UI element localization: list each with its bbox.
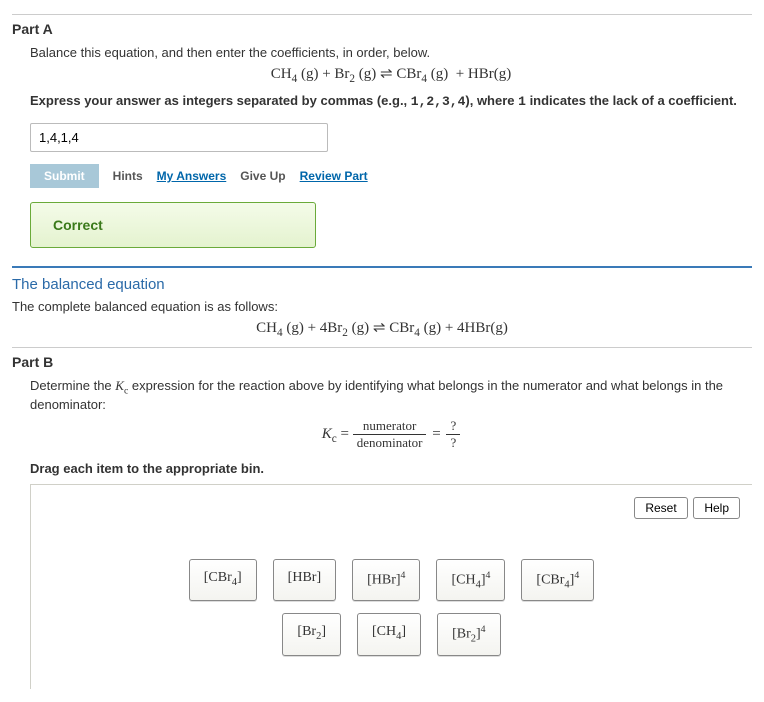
kc-fraction-q: ? ? (446, 418, 460, 451)
kc-expression: Kc = numerator denominator = ? ? (30, 418, 752, 451)
drag-tile[interactable]: [CBr4] (189, 559, 257, 601)
balanced-equation: CH4 (g) + 4Br2 (g) ⇌ CBr4 (g) + 4HBr(g) (12, 318, 752, 339)
instr-example: 1,2,3,4 (411, 94, 466, 109)
drag-tile[interactable]: [CBr4]4 (521, 559, 594, 601)
part-b-header: Part B (12, 354, 752, 370)
balanced-text: The complete balanced equation is as fol… (12, 299, 752, 314)
my-answers-link[interactable]: My Answers (157, 169, 227, 183)
drag-tile[interactable]: [HBr]4 (352, 559, 420, 601)
balanced-title: The balanced equation (12, 276, 752, 293)
correct-feedback: Correct (30, 202, 316, 248)
drag-tile[interactable]: [Br2]4 (437, 613, 501, 655)
instr-suffix: ), where (465, 93, 518, 108)
drag-tile[interactable]: [CH4]4 (436, 559, 505, 601)
part-a-equation: CH4 (g) + Br2 (g) ⇌ CBr4 (g) + HBr(g) (30, 64, 752, 85)
help-button[interactable]: Help (693, 497, 740, 519)
partb-suffix: expression for the reaction above by ide… (30, 378, 723, 412)
kc-fraction-words: numerator denominator (353, 418, 427, 451)
drag-tile[interactable]: [CH4] (357, 613, 421, 655)
give-up-link[interactable]: Give Up (240, 169, 285, 183)
instr-tail: indicates the lack of a coefficient. (526, 93, 737, 108)
frac-denominator: denominator (353, 435, 427, 451)
review-part-link[interactable]: Review Part (300, 169, 368, 183)
answer-input[interactable] (30, 123, 328, 152)
instr-prefix: Express your answer as integers separate… (30, 93, 411, 108)
frac-numerator: numerator (353, 418, 427, 435)
drag-tile[interactable]: [HBr] (273, 559, 336, 601)
button-row: Submit Hints My Answers Give Up Review P… (30, 164, 752, 188)
reset-button[interactable]: Reset (634, 497, 687, 519)
kc-symbol: Kc (115, 378, 128, 393)
part-b-prompt: Determine the Kc expression for the reac… (30, 378, 752, 412)
frac2-denominator: ? (446, 435, 460, 451)
tile-row-1: [CBr4] [HBr] [HBr]4 [CH4]4 [CBr4]4 (43, 559, 740, 601)
submit-button[interactable]: Submit (30, 164, 99, 188)
part-a-header: Part A (12, 21, 752, 37)
drag-instruction: Drag each item to the appropriate bin. (30, 461, 752, 476)
drag-controls: Reset Help (43, 497, 740, 519)
partb-prefix: Determine the (30, 378, 115, 393)
hints-link[interactable]: Hints (113, 169, 143, 183)
tile-row-2: [Br2] [CH4] [Br2]4 (43, 613, 740, 655)
mid-divider (12, 347, 752, 348)
drag-tile[interactable]: [Br2] (282, 613, 341, 655)
part-a-instruction: Express your answer as integers separate… (30, 93, 752, 109)
top-divider (12, 14, 752, 15)
drag-area: Reset Help [CBr4][HBr][HBr]4[CH4]4[CBr4]… (30, 484, 752, 689)
kc-label: Kc = (322, 426, 349, 442)
instr-one: 1 (518, 94, 526, 109)
blue-divider (12, 266, 752, 268)
frac2-numerator: ? (446, 418, 460, 435)
part-a-prompt: Balance this equation, and then enter th… (30, 45, 752, 60)
